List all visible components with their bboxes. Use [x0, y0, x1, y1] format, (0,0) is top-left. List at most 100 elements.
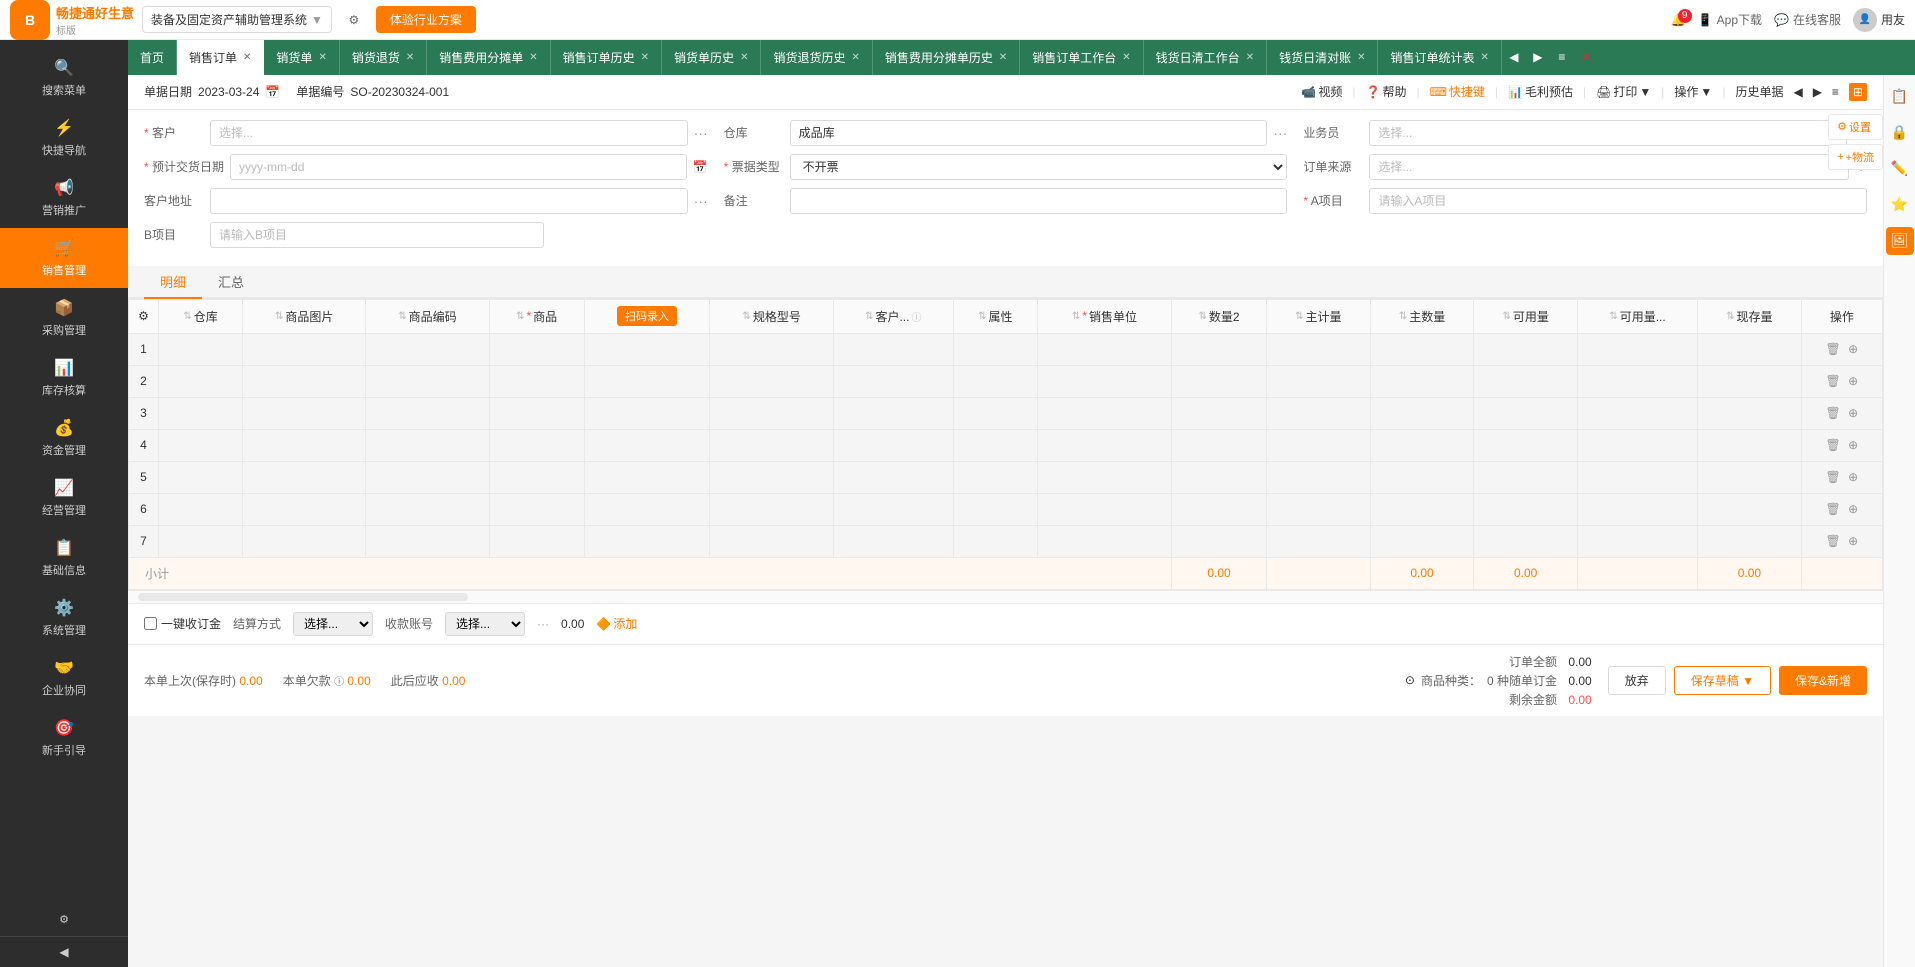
row-product-5[interactable] — [489, 461, 584, 493]
tab-expense-split[interactable]: 销售费用分摊单 ✕ — [427, 40, 550, 75]
row-main-qty-7[interactable] — [1370, 525, 1474, 557]
row-attr-6[interactable] — [953, 493, 1037, 525]
row-main-unit-4[interactable] — [1267, 429, 1371, 461]
salesperson-input[interactable] — [1369, 120, 1847, 146]
add-payment-btn[interactable]: 🔶 添加 — [596, 615, 637, 632]
tab-home[interactable]: 首页 — [128, 40, 177, 75]
tab-expense-split-close[interactable]: ✕ — [529, 52, 537, 63]
row-qty2-6[interactable] — [1172, 493, 1267, 525]
industry-button[interactable]: 体验行业方案 — [376, 6, 476, 33]
row-main-unit-6[interactable] — [1267, 493, 1371, 525]
row-main-qty-2[interactable] — [1370, 365, 1474, 397]
col-settings[interactable]: ⚙ — [129, 299, 159, 333]
nav-prev-icon[interactable]: ◀ — [1793, 85, 1802, 99]
row-spec-2[interactable] — [710, 365, 833, 397]
right-panel-star[interactable]: ⭐ — [1886, 191, 1914, 219]
tab-close-all-btn[interactable]: ✕ — [1574, 40, 1598, 75]
copy-icon-6[interactable]: ⊕ — [1848, 502, 1858, 516]
notification-bell[interactable]: 🔔 9 — [1671, 13, 1686, 27]
row-avail-qty2-2[interactable] — [1578, 365, 1698, 397]
row-current-stock-7[interactable] — [1698, 525, 1802, 557]
tab-cash-account[interactable]: 钱货日清对账 ✕ — [1267, 40, 1378, 75]
row-avail-qty-6[interactable] — [1474, 493, 1578, 525]
row-product-2[interactable] — [489, 365, 584, 397]
row-warehouse-7[interactable] — [159, 525, 243, 557]
row-qty2-5[interactable] — [1172, 461, 1267, 493]
row-main-unit-5[interactable] — [1267, 461, 1371, 493]
row-main-unit-2[interactable] — [1267, 365, 1371, 397]
row-product-code-7[interactable] — [366, 525, 489, 557]
row-spec-1[interactable] — [710, 333, 833, 365]
calendar-icon[interactable]: 📅 — [265, 85, 280, 99]
grid-view-icon[interactable]: ⊞ — [1849, 83, 1867, 101]
right-panel-edit[interactable]: ✏️ — [1886, 155, 1914, 183]
right-panel-lock[interactable]: 🔒 — [1886, 119, 1914, 147]
delete-icon-4[interactable]: 🗑 — [1826, 438, 1841, 452]
sidebar-item-search[interactable]: 🔍 搜索菜单 — [0, 48, 128, 108]
sidebar-item-operations[interactable]: 📈 经营管理 — [0, 468, 128, 528]
view-video-btn[interactable]: 📹 视频 — [1301, 83, 1342, 100]
invoice-type-select[interactable]: 不开票 增值税专用发票 增值税普通发票 — [790, 154, 1288, 180]
settings-float-btn[interactable]: ⚙ 设置 — [1828, 114, 1883, 140]
row-spec-5[interactable] — [710, 461, 833, 493]
row-warehouse-3[interactable] — [159, 397, 243, 429]
sidebar-item-purchase[interactable]: 📦 采购管理 — [0, 288, 128, 348]
save-draft-button[interactable]: 保存草稿 ▼ — [1674, 666, 1771, 695]
row-attr-3[interactable] — [953, 397, 1037, 429]
copy-icon-1[interactable]: ⊕ — [1848, 342, 1858, 356]
tab-detail[interactable]: 明细 — [144, 266, 202, 299]
tab-sales-order[interactable]: 销售订单 ✕ — [177, 40, 264, 75]
warehouse-input[interactable] — [790, 120, 1268, 146]
row-current-stock-1[interactable] — [1698, 333, 1802, 365]
row-spec-3[interactable] — [710, 397, 833, 429]
ellipsis-payment[interactable]: ··· — [537, 617, 549, 631]
row-customer-4[interactable] — [833, 429, 953, 461]
table-scrollbar[interactable] — [128, 590, 1883, 603]
tab-cash-workbench[interactable]: 钱货日清工作台 ✕ — [1144, 40, 1267, 75]
row-current-stock-3[interactable] — [1698, 397, 1802, 429]
sidebar-item-basic-info[interactable]: 📋 基础信息 — [0, 528, 128, 588]
sidebar-collapse-btn[interactable]: ◀ — [0, 936, 128, 967]
row-avail-qty2-6[interactable] — [1578, 493, 1698, 525]
row-customer-3[interactable] — [833, 397, 953, 429]
settlement-select[interactable]: 选择... — [293, 612, 373, 636]
row-avail-qty-3[interactable] — [1474, 397, 1578, 429]
tab-invoice-history[interactable]: 销货单历史 ✕ — [662, 40, 761, 75]
row-sales-unit-1[interactable] — [1037, 333, 1171, 365]
row-current-stock-5[interactable] — [1698, 461, 1802, 493]
save-new-button[interactable]: 保存&新增 — [1779, 666, 1867, 695]
account-select[interactable]: 选择... — [445, 612, 525, 636]
row-product-4[interactable] — [489, 429, 584, 461]
row-qty2-7[interactable] — [1172, 525, 1267, 557]
row-sales-unit-3[interactable] — [1037, 397, 1171, 429]
tab-list-btn[interactable]: ≡ — [1550, 40, 1574, 75]
copy-icon-4[interactable]: ⊕ — [1848, 438, 1858, 452]
row-sales-unit-5[interactable] — [1037, 461, 1171, 493]
row-attr-4[interactable] — [953, 429, 1037, 461]
tab-sales-invoice[interactable]: 销货单 ✕ — [264, 40, 339, 75]
profit-preview-btn[interactable]: 📊 毛利预估 — [1508, 83, 1573, 100]
tab-return-history[interactable]: 销货退货历史 ✕ — [761, 40, 872, 75]
customer-input[interactable] — [210, 120, 688, 146]
print-btn[interactable]: 🖨 打印 ▼ — [1596, 83, 1651, 100]
row-main-qty-4[interactable] — [1370, 429, 1474, 461]
delete-icon-6[interactable]: 🗑 — [1826, 502, 1841, 516]
row-sales-unit-7[interactable] — [1037, 525, 1171, 557]
tab-sales-goods-return-close[interactable]: ✕ — [406, 52, 414, 63]
row-qty2-2[interactable] — [1172, 365, 1267, 397]
sidebar-settings[interactable]: ⚙ — [0, 903, 128, 936]
row-product-7[interactable] — [489, 525, 584, 557]
one-click-deposit-input[interactable] — [144, 617, 157, 630]
nav-next-icon[interactable]: ▶ — [1813, 85, 1822, 99]
settings-icon[interactable]: ⚙ — [340, 6, 368, 34]
row-avail-qty-1[interactable] — [1474, 333, 1578, 365]
row-product-code-1[interactable] — [366, 333, 489, 365]
online-service-link[interactable]: 💬 在线客服 — [1774, 11, 1841, 28]
row-attr-1[interactable] — [953, 333, 1037, 365]
row-warehouse-5[interactable] — [159, 461, 243, 493]
b-project-input[interactable] — [210, 222, 544, 248]
tab-invoice-history-close[interactable]: ✕ — [740, 52, 748, 63]
tab-sales-goods-return[interactable]: 销货退货 ✕ — [340, 40, 427, 75]
row-customer-6[interactable] — [833, 493, 953, 525]
row-avail-qty-5[interactable] — [1474, 461, 1578, 493]
